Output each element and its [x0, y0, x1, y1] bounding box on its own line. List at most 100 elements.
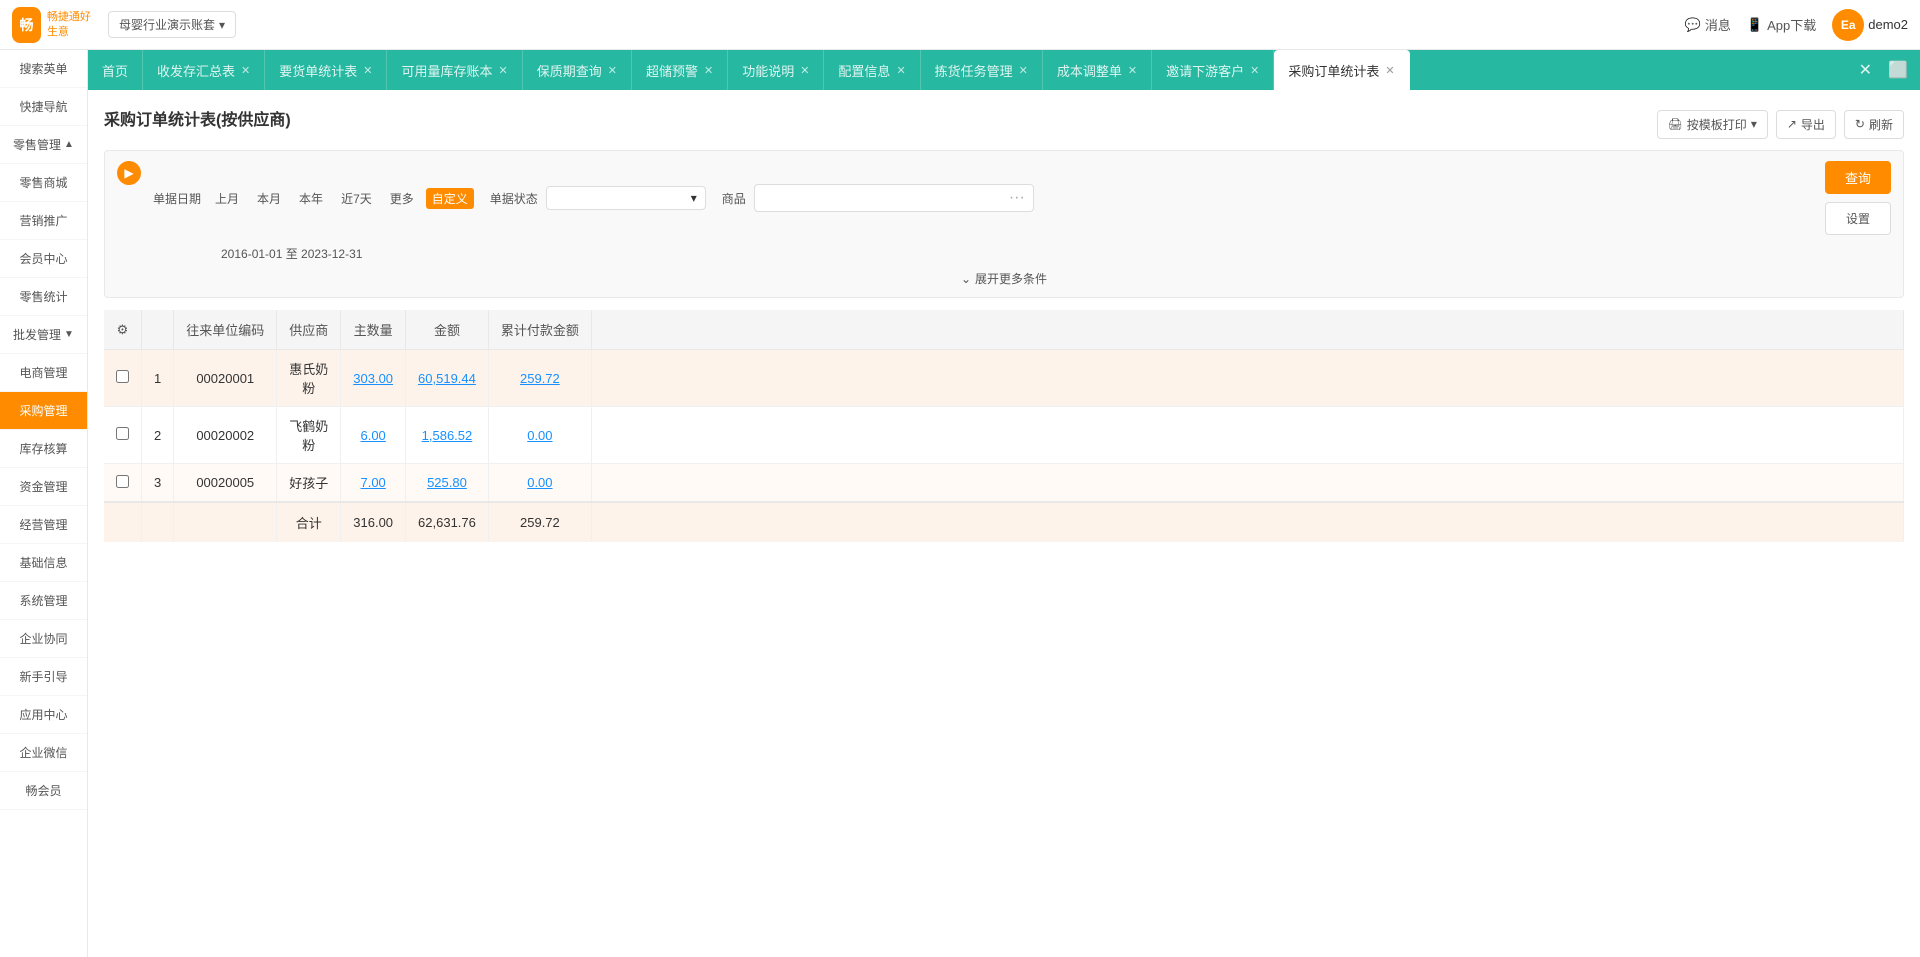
tab-close-config-info[interactable]: ✕ [896, 64, 905, 77]
td-checkbox-2[interactable] [104, 407, 142, 464]
sidebar-item-finance[interactable]: 资金管理 [0, 468, 87, 506]
tab-home[interactable]: 首页 [88, 50, 143, 90]
tab-close-inventory-ledger[interactable]: ✕ [499, 64, 508, 77]
tab-inventory-ledger[interactable]: 可用量库存账本 ✕ [387, 50, 522, 90]
filter-expand-button[interactable]: ▶ [117, 161, 141, 185]
tab-shelf-life[interactable]: 保质期查询 ✕ [523, 50, 632, 90]
date-shortcuts: 上月 本月 本年 近7天 更多 自定义 [209, 188, 474, 209]
tab-picking-task[interactable]: 拣货任务管理 ✕ [921, 50, 1043, 90]
tab-maximize-button[interactable]: ⬜ [1884, 58, 1912, 82]
td-supplier-code-2: 00020002 [174, 407, 277, 464]
more-icon: ··· [1009, 189, 1025, 207]
user-area[interactable]: Ea demo2 [1832, 9, 1908, 41]
td-main-qty-2[interactable]: 6.00 [341, 407, 406, 464]
more-shortcuts[interactable]: 更多 [384, 188, 420, 209]
sidebar-item-system[interactable]: 系统管理 [0, 582, 87, 620]
tab-close-overstock[interactable]: ✕ [704, 64, 713, 77]
table-footer: 合计 316.00 62,631.76 259.72 [104, 502, 1904, 542]
last-7-days-shortcut[interactable]: 近7天 [335, 188, 378, 209]
th-supplier-code[interactable]: 往来单位编码 [174, 310, 277, 350]
user-name[interactable]: demo2 [1868, 17, 1908, 32]
this-year-shortcut[interactable]: 本年 [293, 188, 329, 209]
sidebar-item-search[interactable]: 搜索英单 [0, 50, 87, 88]
sidebar-item-ecommerce[interactable]: 电商管理 [0, 354, 87, 392]
td-checkbox-3[interactable] [104, 464, 142, 503]
status-select[interactable]: ▾ [546, 186, 706, 210]
sidebar-item-basic-info[interactable]: 基础信息 [0, 544, 87, 582]
refresh-icon: ↻ [1855, 117, 1865, 131]
refresh-button[interactable]: ↻ 刷新 [1844, 110, 1904, 139]
page-actions: 🖨 按模板打印 ▾ ↗ 导出 ↻ 刷新 [1657, 110, 1904, 139]
sidebar-item-app-center[interactable]: 应用中心 [0, 696, 87, 734]
tab-function-desc[interactable]: 功能说明 ✕ [728, 50, 824, 90]
avatar: Ea [1832, 9, 1864, 41]
app-download-button[interactable]: 📱 App下载 [1747, 15, 1816, 34]
sidebar-item-marketing[interactable]: 营销推广 [0, 202, 87, 240]
td-index-3: 3 [142, 464, 174, 503]
th-amount[interactable]: 金额 [406, 310, 489, 350]
export-button[interactable]: ↗ 导出 [1776, 110, 1836, 139]
row-checkbox-3[interactable] [116, 475, 129, 488]
tab-close-order-summary[interactable]: ✕ [363, 64, 372, 77]
th-supplier-name[interactable]: 供应商 [277, 310, 341, 350]
tab-close-all-button[interactable]: ✕ [1855, 58, 1876, 82]
tab-overstock[interactable]: 超储预警 ✕ [632, 50, 728, 90]
sidebar-item-retail-shop[interactable]: 零售商城 [0, 164, 87, 202]
td-paid-amount-3[interactable]: 0.00 [488, 464, 591, 503]
tab-close-cost-adjust[interactable]: ✕ [1128, 64, 1137, 77]
tab-order-summary[interactable]: 要货单统计表 ✕ [265, 50, 387, 90]
sidebar-item-wholesale[interactable]: 批发管理 ▼ [0, 316, 87, 354]
tab-invite-downstream[interactable]: 邀请下游客户 ✕ [1152, 50, 1274, 90]
tab-close-receive-summary[interactable]: ✕ [241, 64, 250, 77]
sidebar-item-members[interactable]: 会员中心 [0, 240, 87, 278]
sidebar-item-vip[interactable]: 畅会员 [0, 772, 87, 810]
th-paid-amount[interactable]: 累计付款金额 [488, 310, 591, 350]
print-icon: 🖨 [1668, 117, 1683, 131]
goods-select[interactable]: ··· [754, 184, 1034, 212]
td-index-1: 1 [142, 350, 174, 407]
last-month-shortcut[interactable]: 上月 [209, 188, 245, 209]
td-main-qty-1[interactable]: 303.00 [341, 350, 406, 407]
settings-button[interactable]: 设置 [1825, 202, 1891, 235]
th-settings[interactable]: ⚙ [104, 310, 142, 350]
tab-close-function-desc[interactable]: ✕ [800, 64, 809, 77]
tab-receive-summary[interactable]: 收发存汇总表 ✕ [143, 50, 265, 90]
tab-purchase-summary[interactable]: 采购订单统计表 ✕ [1274, 50, 1409, 90]
tab-cost-adjust[interactable]: 成本调整单 ✕ [1043, 50, 1152, 90]
custom-date-shortcut[interactable]: 自定义 [426, 188, 474, 209]
this-month-shortcut[interactable]: 本月 [251, 188, 287, 209]
sidebar-item-retail-stats[interactable]: 零售统计 [0, 278, 87, 316]
tab-close-purchase-summary[interactable]: ✕ [1385, 64, 1394, 77]
tab-close-picking-task[interactable]: ✕ [1019, 64, 1028, 77]
message-button[interactable]: 💬 消息 [1685, 15, 1731, 34]
query-button[interactable]: 查询 [1825, 161, 1891, 194]
row-checkbox-2[interactable] [116, 427, 129, 440]
td-amount-2[interactable]: 1,586.52 [406, 407, 489, 464]
sidebar-item-retail[interactable]: 零售管理 ▲ [0, 126, 87, 164]
workspace-selector[interactable]: 母婴行业演示账套 ▾ [108, 11, 236, 38]
expand-more-button[interactable]: ⌄ 展开更多条件 [117, 270, 1891, 287]
tab-close-shelf-life[interactable]: ✕ [608, 64, 617, 77]
print-button[interactable]: 🖨 按模板打印 ▾ [1657, 110, 1768, 139]
tab-close-invite-downstream[interactable]: ✕ [1250, 64, 1259, 77]
footer-paid-amount: 259.72 [488, 502, 591, 542]
td-paid-amount-1[interactable]: 259.72 [488, 350, 591, 407]
th-main-qty[interactable]: 主数量 [341, 310, 406, 350]
filter-fields: 单据日期 上月 本月 本年 近7天 更多 自定义 [153, 161, 1891, 262]
td-paid-amount-2[interactable]: 0.00 [488, 407, 591, 464]
td-main-qty-3[interactable]: 7.00 [341, 464, 406, 503]
sidebar-item-inventory[interactable]: 库存核算 [0, 430, 87, 468]
sidebar-item-guide[interactable]: 新手引导 [0, 658, 87, 696]
sidebar-item-shortcuts[interactable]: 快捷导航 [0, 88, 87, 126]
sidebar-item-purchase[interactable]: 采购管理 [0, 392, 87, 430]
row-checkbox-1[interactable] [116, 370, 129, 383]
td-checkbox-1[interactable] [104, 350, 142, 407]
main-layout: 搜索英单 快捷导航 零售管理 ▲ 零售商城 营销推广 会员中心 零售统计 批发管… [0, 50, 1920, 957]
footer-label: 合计 [277, 502, 341, 542]
sidebar-item-wechat[interactable]: 企业微信 [0, 734, 87, 772]
tab-config-info[interactable]: 配置信息 ✕ [824, 50, 920, 90]
td-amount-3[interactable]: 525.80 [406, 464, 489, 503]
sidebar-item-operations[interactable]: 经营管理 [0, 506, 87, 544]
sidebar-item-enterprise[interactable]: 企业协同 [0, 620, 87, 658]
td-amount-1[interactable]: 60,519.44 [406, 350, 489, 407]
